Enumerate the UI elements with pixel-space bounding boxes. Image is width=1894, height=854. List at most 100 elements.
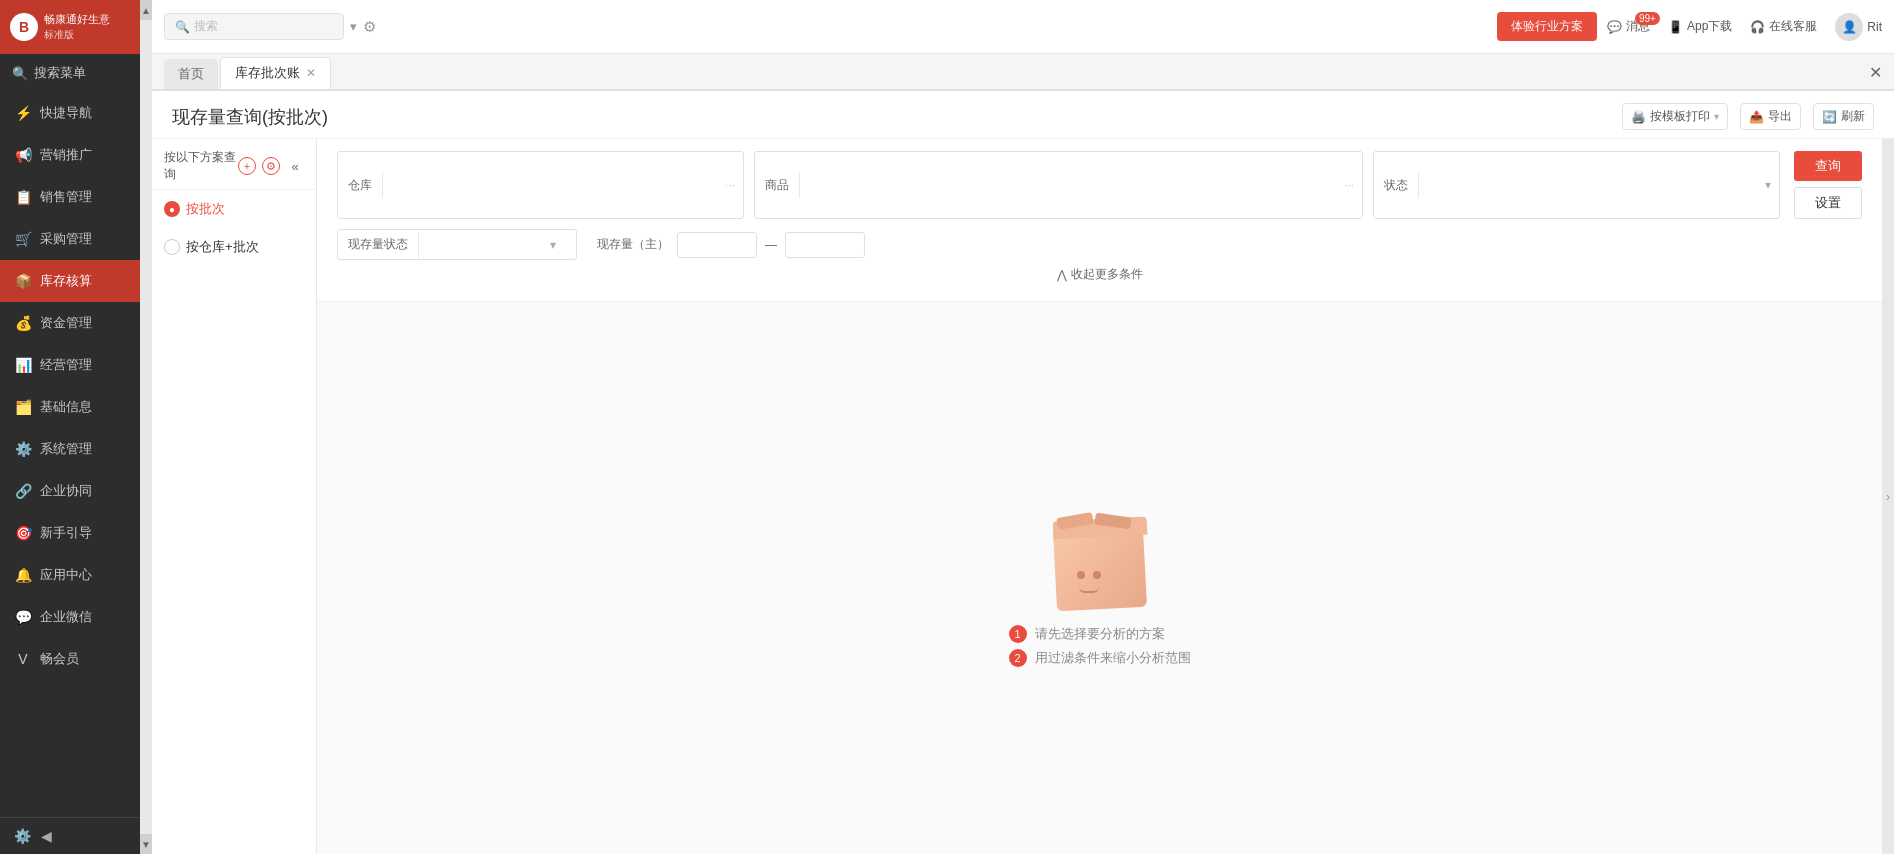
query-btn[interactable]: 查询 xyxy=(1794,151,1862,181)
footer-collapse-icon[interactable]: ◀ xyxy=(41,828,52,844)
scheme-item-by-warehouse-batch[interactable]: 按仓库+批次 xyxy=(152,228,316,266)
messages-icon: 💬 xyxy=(1607,20,1622,34)
stock-status-select[interactable]: ▾ xyxy=(418,232,576,258)
sidebar-item-marketing[interactable]: 📢 营销推广 xyxy=(0,134,140,176)
trial-btn[interactable]: 体验行业方案 xyxy=(1497,12,1597,41)
nav-label-marketing: 营销推广 xyxy=(40,146,92,164)
topbar-search-bar[interactable]: 🔍 搜索 xyxy=(164,13,344,40)
sidebar-item-finance[interactable]: 💰 资金管理 xyxy=(0,302,140,344)
sidebar-item-sales[interactable]: 📋 销售管理 xyxy=(0,176,140,218)
nav-icon-purchase: 🛒 xyxy=(14,230,32,248)
scroll-up-btn[interactable]: ▲ xyxy=(140,0,152,20)
messages-badge: 99+ xyxy=(1635,12,1660,25)
product-input[interactable]: ··· xyxy=(799,172,1362,198)
scheme-collapse-btn[interactable]: « xyxy=(286,157,304,175)
print-template-btn[interactable]: 🖨️ 按模板打印 ▾ xyxy=(1622,103,1728,130)
phone-icon: 📱 xyxy=(1668,20,1683,34)
nav-icon-newbie: 🎯 xyxy=(14,524,32,542)
nav-icon-basic: 🗂️ xyxy=(14,398,32,416)
sidebar-item-inventory[interactable]: 📦 库存核算 xyxy=(0,260,140,302)
step1-text: 请先选择要分析的方案 xyxy=(1035,625,1165,643)
brand-logo: B xyxy=(10,13,38,41)
nav-label-finance: 资金管理 xyxy=(40,314,92,332)
sidebar-item-shortcut[interactable]: ⚡ 快捷导航 xyxy=(0,92,140,134)
box-dot-2 xyxy=(1093,571,1101,579)
box-body xyxy=(1052,527,1146,612)
print-dropdown-icon: ▾ xyxy=(1714,111,1719,122)
stock-qty-max[interactable] xyxy=(785,232,865,258)
scheme-settings-btn[interactable]: ⚙ xyxy=(262,157,280,175)
scheme-add-btn[interactable]: + xyxy=(238,157,256,175)
app-download-item[interactable]: 📱 App下载 xyxy=(1668,18,1732,35)
tab-panel-close-btn[interactable]: ✕ xyxy=(1869,63,1882,82)
footer-settings-icon[interactable]: ⚙️ xyxy=(14,828,31,844)
stock-qty-label: 现存量（主） xyxy=(597,236,669,253)
scheme-header-title: 按以下方案查询 xyxy=(164,149,238,183)
empty-step-2: 2 用过滤条件来缩小分析范围 xyxy=(1009,649,1191,667)
sidebar-item-basic[interactable]: 🗂️ 基础信息 xyxy=(0,386,140,428)
messages-item[interactable]: 💬 消息 99+ xyxy=(1607,18,1650,35)
search-menu[interactable]: 🔍 搜索菜单 xyxy=(0,54,140,92)
headset-icon: 🎧 xyxy=(1750,20,1765,34)
nav-label-appstore: 应用中心 xyxy=(40,566,92,584)
sidebar-item-wechat[interactable]: 💬 企业微信 xyxy=(0,596,140,638)
tab-close-inventory-batch[interactable]: ✕ xyxy=(306,66,316,80)
online-service-item[interactable]: 🎧 在线客服 xyxy=(1750,18,1817,35)
sidebar-item-purchase[interactable]: 🛒 采购管理 xyxy=(0,218,140,260)
sidebar-item-member[interactable]: V 畅会员 xyxy=(0,638,140,680)
status-label: 状态 xyxy=(1374,171,1418,200)
topbar-search-area: 🔍 搜索 ▾ ⚙ xyxy=(164,13,1487,40)
topbar-right: 💬 消息 99+ 📱 App下载 🎧 在线客服 👤 Rit xyxy=(1607,13,1882,41)
warehouse-input[interactable]: ··· xyxy=(382,172,743,198)
box-mouth xyxy=(1079,587,1099,593)
user-name: Rit xyxy=(1867,20,1882,34)
nav-label-sales: 销售管理 xyxy=(40,188,92,206)
nav-label-purchase: 采购管理 xyxy=(40,230,92,248)
nav-icon-sales: 📋 xyxy=(14,188,32,206)
user-item[interactable]: 👤 Rit xyxy=(1835,13,1882,41)
settings-btn[interactable]: 设置 xyxy=(1794,187,1862,219)
sidebar-item-operations[interactable]: 📊 经营管理 xyxy=(0,344,140,386)
refresh-label: 刷新 xyxy=(1841,108,1865,125)
nav-icon-member: V xyxy=(14,650,32,668)
empty-steps: 1 请先选择要分析的方案 2 用过滤条件来缩小分析范围 xyxy=(1009,625,1191,667)
sidebar-item-system[interactable]: ⚙️ 系统管理 xyxy=(0,428,140,470)
step2-text: 用过滤条件来缩小分析范围 xyxy=(1035,649,1191,667)
sidebar-item-appstore[interactable]: 🔔 应用中心 xyxy=(0,554,140,596)
sidebar-item-enterprise[interactable]: 🔗 企业协同 xyxy=(0,470,140,512)
empty-illustration xyxy=(1035,489,1165,609)
topbar-search-icon: 🔍 xyxy=(175,20,190,34)
collapse-more-btn[interactable]: ⋀ 收起更多条件 xyxy=(337,260,1862,289)
online-service-label: 在线客服 xyxy=(1769,18,1817,35)
nav-label-basic: 基础信息 xyxy=(40,398,92,416)
scheme-panel: 按以下方案查询 + ⚙ « ● xyxy=(152,139,317,854)
scheme-item-by-batch[interactable]: ● 按批次 xyxy=(152,190,316,228)
sidebar-item-newbie[interactable]: 🎯 新手引导 xyxy=(0,512,140,554)
brand-text: 畅康通好生意 标准版 xyxy=(44,12,110,41)
sidebar-header: B 畅康通好生意 标准版 xyxy=(0,0,140,54)
topbar-dropdown-icon[interactable]: ▾ xyxy=(350,19,357,34)
scheme-header-icons: + ⚙ « xyxy=(238,157,304,175)
nav-icon-finance: 💰 xyxy=(14,314,32,332)
collapse-label: 收起更多条件 xyxy=(1071,266,1143,283)
scroll-track xyxy=(140,20,152,834)
nav-label-wechat: 企业微信 xyxy=(40,608,92,626)
nav-icon-system: ⚙️ xyxy=(14,440,32,458)
nav-icon-shortcut: ⚡ xyxy=(14,104,32,122)
tab-home[interactable]: 首页 xyxy=(164,59,218,89)
nav-label-shortcut: 快捷导航 xyxy=(40,104,92,122)
nav-label-system: 系统管理 xyxy=(40,440,92,458)
topbar-settings-icon[interactable]: ⚙ xyxy=(363,18,376,36)
nav-icon-inventory: 📦 xyxy=(14,272,32,290)
refresh-btn[interactable]: 🔄 刷新 xyxy=(1813,103,1874,130)
export-btn[interactable]: 📤 导出 xyxy=(1740,103,1801,130)
tab-inventory-batch[interactable]: 库存批次账✕ xyxy=(220,57,331,89)
scroll-down-btn[interactable]: ▼ xyxy=(140,834,152,854)
scheme-dot-by-batch: ● xyxy=(164,201,180,217)
status-select[interactable]: ▾ xyxy=(1418,172,1779,198)
nav-label-enterprise: 企业协同 xyxy=(40,482,92,500)
right-collapse-btn[interactable]: › xyxy=(1882,139,1894,854)
main-area: 🔍 搜索 ▾ ⚙ 体验行业方案 💬 消息 99+ 📱 App下载 🎧 在线客服 xyxy=(152,0,1894,854)
stock-qty-min[interactable] xyxy=(677,232,757,258)
topbar: 🔍 搜索 ▾ ⚙ 体验行业方案 💬 消息 99+ 📱 App下载 🎧 在线客服 xyxy=(152,0,1894,54)
